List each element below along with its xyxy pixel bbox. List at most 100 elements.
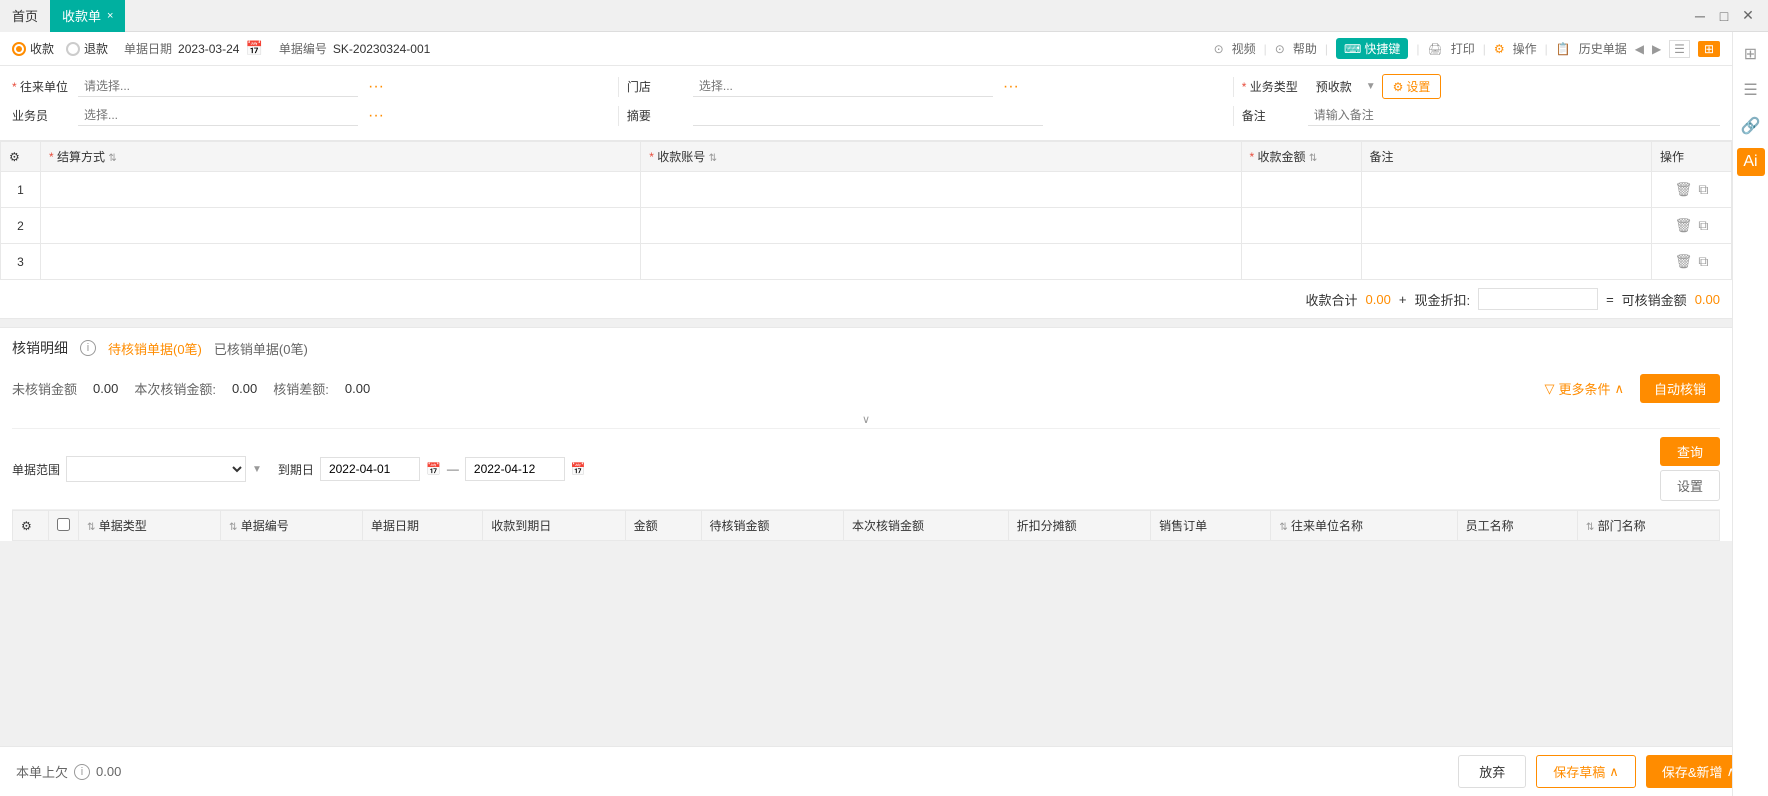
row-3-delete-icon[interactable]: 🗑 — [1675, 253, 1693, 270]
nav-next-icon[interactable]: ▶ — [1652, 42, 1661, 56]
form-row-2: 业务员 ··· 摘要 备注 — [12, 105, 1720, 126]
shortcut-btn[interactable]: ⌨ 快捷键 — [1336, 38, 1408, 59]
shortcut-label: 快捷键 — [1364, 40, 1400, 57]
unchecked-label: 未核销金额 — [12, 379, 77, 398]
store-more-btn[interactable]: ··· — [999, 78, 1023, 96]
col-settlement-sort-icon[interactable]: ⇅ — [108, 153, 116, 164]
table-gear-icon[interactable]: ⚙ — [9, 150, 20, 164]
pending-tab[interactable]: 待核销单据(0笔) — [108, 339, 202, 358]
row-3-account[interactable] — [641, 244, 1241, 280]
window-minimize-btn[interactable]: ─ — [1692, 8, 1708, 24]
info-icon[interactable]: i — [80, 340, 96, 356]
row-1-delete-icon[interactable]: 🗑 — [1675, 181, 1693, 198]
tab-receipt-label: 收款单 — [62, 6, 101, 25]
history-btn[interactable]: 历史单据 — [1579, 40, 1627, 57]
sidebar-table-icon[interactable]: ⊞ — [1737, 40, 1765, 68]
row-1-settlement[interactable] — [41, 172, 641, 208]
bt-sort-type-icon[interactable]: ⇅ — [87, 522, 95, 533]
tab-home[interactable]: 首页 — [0, 0, 50, 32]
window-maximize-btn[interactable]: □ — [1716, 8, 1732, 24]
partner-field: 往来单位 ··· — [12, 76, 610, 97]
note-input[interactable] — [1308, 105, 1720, 126]
store-input[interactable] — [693, 76, 993, 97]
discount-label: 现金折扣: — [1414, 290, 1470, 309]
due-date-to-input[interactable] — [465, 457, 565, 481]
bt-col-checkbox[interactable] — [49, 511, 79, 541]
save-draft-btn[interactable]: 保存草稿 ∧ — [1536, 755, 1636, 788]
plus-sign: + — [1399, 292, 1407, 307]
partner-more-btn[interactable]: ··· — [364, 78, 388, 96]
filter-settings-btn[interactable]: 设置 — [1660, 470, 1720, 501]
sidebar-list-icon[interactable]: ☰ — [1737, 76, 1765, 104]
filter-icon: ▽ — [1544, 381, 1554, 397]
summary-input[interactable] — [693, 105, 1043, 126]
row-1-note[interactable] — [1361, 172, 1651, 208]
row-1-account[interactable] — [641, 172, 1241, 208]
list-view-icon[interactable]: ☰ — [1669, 40, 1690, 58]
collapse-arrow[interactable]: ∨ — [12, 411, 1720, 428]
select-all-checkbox[interactable] — [57, 518, 70, 531]
abandon-btn[interactable]: 放弃 — [1458, 755, 1526, 788]
settings-btn[interactable]: ⚙ 设置 — [1382, 74, 1442, 99]
due-date-label: 到期日 — [278, 461, 314, 478]
business-type-dropdown-icon[interactable]: ▼ — [1366, 81, 1376, 92]
operation-btn[interactable]: 操作 — [1513, 40, 1537, 57]
top-toolbar: 收款 退款 单据日期 2023-03-24 📅 单据编号 SK-20230324… — [0, 32, 1732, 66]
bt-col-settings[interactable]: ⚙ — [13, 511, 49, 541]
query-btn[interactable]: 查询 — [1660, 437, 1720, 466]
more-conditions-btn[interactable]: ▽ 更多条件 ∧ — [1544, 379, 1624, 398]
salesperson-more-btn[interactable]: ··· — [364, 107, 388, 125]
salesperson-input[interactable] — [78, 105, 358, 126]
range-select[interactable] — [66, 456, 246, 482]
video-btn[interactable]: 视频 — [1232, 40, 1256, 57]
date-calendar-icon[interactable]: 📅 — [245, 40, 262, 57]
col-settings-header[interactable]: ⚙ — [1, 142, 41, 172]
row-1-copy-icon[interactable]: ⧉ — [1698, 181, 1708, 198]
bt-sort-dept-icon[interactable]: ⇅ — [1586, 522, 1594, 533]
bt-sort-num-icon[interactable]: ⇅ — [229, 522, 237, 533]
order-info-icon[interactable]: i — [74, 764, 90, 780]
row-2-amount[interactable] — [1241, 208, 1361, 244]
row-1-amount[interactable] — [1241, 172, 1361, 208]
row-3-settlement[interactable] — [41, 244, 641, 280]
row-2-settlement[interactable] — [41, 208, 641, 244]
row-3-copy-icon[interactable]: ⧉ — [1698, 253, 1708, 270]
tab-receipt[interactable]: 收款单 × — [50, 0, 125, 32]
window-close-btn[interactable]: ✕ — [1740, 8, 1756, 24]
done-tab[interactable]: 已核销单据(0笔) — [214, 339, 308, 358]
row-2-account[interactable] — [641, 208, 1241, 244]
help-btn[interactable]: 帮助 — [1293, 40, 1317, 57]
print-btn[interactable]: 打印 — [1451, 40, 1475, 57]
receipt-radio[interactable]: 收款 — [12, 40, 54, 57]
discount-input[interactable] — [1478, 288, 1598, 310]
row-2-copy-icon[interactable]: ⧉ — [1698, 217, 1708, 234]
bt-current-label: 本次核销金额 — [852, 519, 924, 533]
sidebar-attach-icon[interactable]: 🔗 — [1737, 112, 1765, 140]
refund-radio[interactable]: 退款 — [66, 40, 108, 57]
calendar-from-icon[interactable]: 📅 — [426, 462, 441, 476]
partner-input[interactable] — [78, 76, 358, 97]
row-3-note[interactable] — [1361, 244, 1651, 280]
sidebar-ai-icon[interactable]: Ai — [1737, 148, 1765, 176]
bt-gear-icon[interactable]: ⚙ — [21, 519, 32, 533]
store-field: 门店 ··· — [627, 76, 1225, 97]
tab-close-icon[interactable]: × — [107, 10, 113, 22]
col-account-sort-icon[interactable]: ⇅ — [709, 153, 717, 164]
row-2-delete-icon[interactable]: 🗑 — [1675, 217, 1693, 234]
bottom-bar: 本单上欠 i 0.00 放弃 保存草稿 ∧ 保存&新增 ∧ — [0, 746, 1768, 796]
available-value: 0.00 — [1695, 292, 1720, 307]
bt-number-label: 单据编号 — [241, 519, 289, 533]
row-3-amount[interactable] — [1241, 244, 1361, 280]
bt-sort-partner-icon[interactable]: ⇅ — [1279, 522, 1287, 533]
row-1-action: 🗑 ⧉ — [1652, 172, 1732, 208]
calendar-to-icon[interactable]: 📅 — [571, 462, 586, 476]
auto-verify-btn[interactable]: 自动核销 — [1640, 374, 1720, 403]
col-amount-sort-icon[interactable]: ⇅ — [1309, 153, 1317, 164]
save-draft-chevron-icon[interactable]: ∧ — [1609, 764, 1619, 780]
due-date-from-input[interactable] — [320, 457, 420, 481]
nav-prev-icon[interactable]: ◀ — [1635, 42, 1644, 56]
grid-view-icon[interactable]: ⊞ — [1698, 41, 1720, 57]
operation-label: 操作 — [1513, 40, 1537, 57]
row-2-note[interactable] — [1361, 208, 1651, 244]
print-icon: 🖨 — [1427, 42, 1442, 56]
